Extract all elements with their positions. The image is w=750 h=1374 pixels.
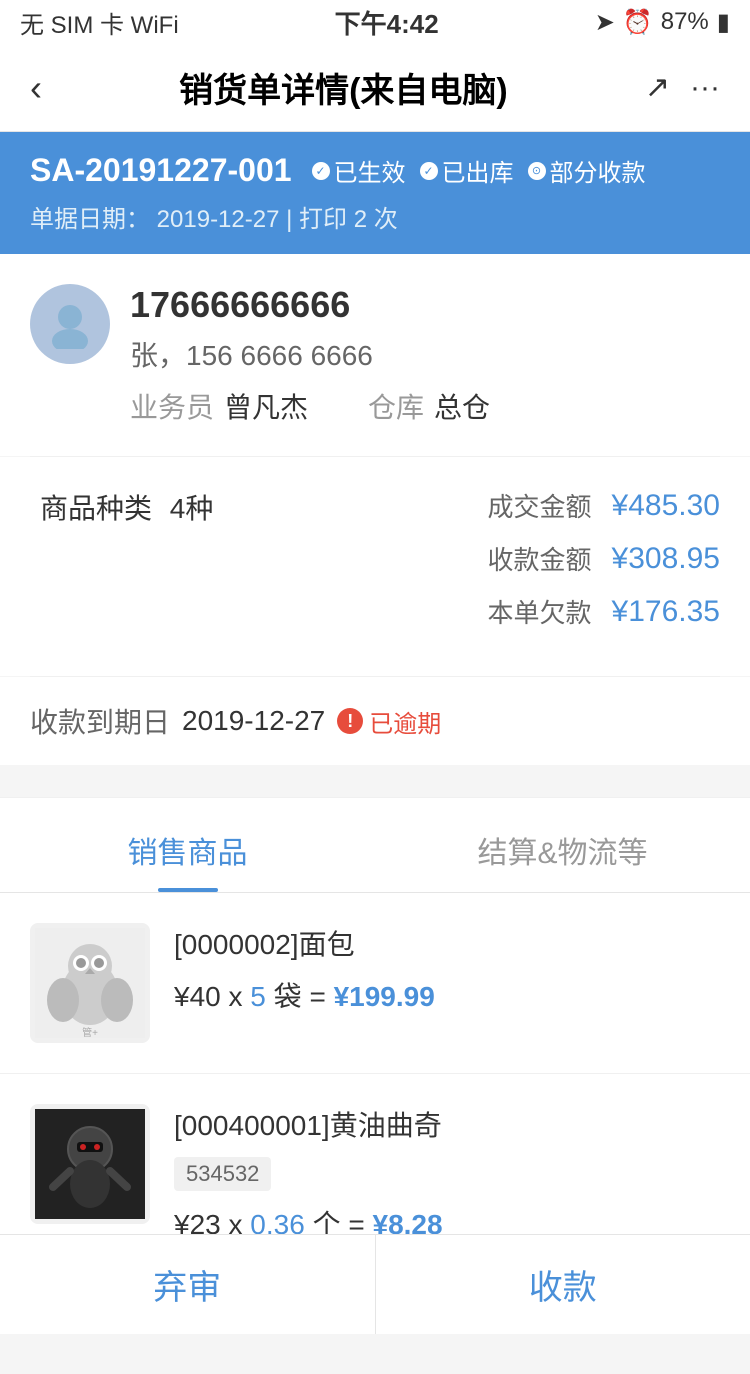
share-button[interactable]: ↗ [645,70,670,105]
summary-left: 商品种类 4种 [30,487,213,543]
unit-price-1: ¥40 [174,981,221,1012]
due-date: 2019-12-27 [182,705,325,737]
nav-actions: ↗ ··· [645,70,720,105]
status-active: ✓ 已生效 [312,153,406,188]
checkmark-icon-2: ✓ [420,162,438,180]
product-price-1: ¥40 x 5 袋 = ¥199.99 [174,975,720,1015]
status-bar-time: 下午4:42 [335,4,439,41]
amount-value: ¥485.30 [612,489,720,523]
debt-row: 本单欠款 ¥176.35 [488,593,720,630]
clock-icon: ⊙ [528,162,546,180]
received-label: 收款金额 [488,540,592,577]
battery-icon: ▮ [717,8,730,37]
total-1: ¥199.99 [334,981,435,1012]
summary-section: 商品种类 4种 成交金额 ¥485.30 收款金额 ¥308.95 本单欠款 ¥… [0,457,750,676]
checkmark-icon: ✓ [312,162,330,180]
overdue-label: 已逾期 [369,704,441,739]
sales-value: 曾凡杰 [224,386,308,426]
customer-name: 17666666666 [130,284,720,326]
more-button[interactable]: ··· [690,71,720,105]
due-label: 收款到期日 [30,701,170,741]
order-status-tags: ✓ 已生效 ✓ 已出库 ⊙ 部分收款 [312,153,646,188]
back-button[interactable]: ‹ [30,67,42,109]
warehouse-meta: 仓库 总仓 [368,386,490,426]
location-icon: ➤ [595,8,615,37]
status-bar-left: 无 SIM 卡 WiFi [20,5,179,40]
due-section: 收款到期日 2019-12-27 ! 已逾期 [0,677,750,765]
status-partial-label: 部分收款 [550,153,646,188]
customer-phone: 张，156 6666 6666 [130,334,720,374]
summary-right: 成交金额 ¥485.30 收款金额 ¥308.95 本单欠款 ¥176.35 [488,487,720,646]
date-label: 单据日期： [30,206,150,233]
exclamation-icon: ! [337,708,363,734]
customer-info: 17666666666 张，156 6666 6666 业务员 曾凡杰 仓库 总… [130,284,720,426]
list-item: 管+ [0000002]面包 ¥40 x 5 袋 = ¥199.99 [0,893,750,1074]
overdue-tag: ! 已逾期 [337,704,441,739]
print-count: 2 [354,206,367,233]
tabs-row: 销售商品 结算&物流等 [0,798,750,893]
status-shipped-label: 已出库 [442,153,514,188]
customer-section: 17666666666 张，156 6666 6666 业务员 曾凡杰 仓库 总… [0,254,750,456]
status-active-label: 已生效 [334,153,406,188]
svg-text:管+: 管+ [82,1026,98,1038]
battery-text: 87% [661,8,709,36]
print-label: | 打印 [286,206,354,233]
product-list: 管+ [0000002]面包 ¥40 x 5 袋 = ¥199.99 [0,893,750,1274]
item-type-value: 4种 [170,493,214,524]
debt-label: 本单欠款 [488,593,592,630]
order-date-row: 单据日期： 2019-12-27 | 打印 2 次 [30,199,720,234]
status-shipped: ✓ 已出库 [420,153,514,188]
bottom-bar: 弃审 收款 [0,1234,750,1334]
product-image-2 [30,1104,150,1224]
amount-label: 成交金额 [488,487,592,524]
item-type-label: 商品种类 [40,493,152,524]
product-info-1: [0000002]面包 ¥40 x 5 袋 = ¥199.99 [174,923,720,1015]
sales-meta: 业务员 曾凡杰 [130,386,308,426]
order-id: SA-20191227-001 [30,152,292,189]
qty-1: 5 [250,981,266,1012]
tabs-section: 销售商品 结算&物流等 [0,797,750,893]
signal-text: 无 SIM 卡 WiFi [20,5,179,40]
warehouse-value: 总仓 [434,386,490,426]
product-thumbnail-1: 管+ [35,928,145,1038]
order-banner-top: SA-20191227-001 ✓ 已生效 ✓ 已出库 ⊙ 部分收款 [30,152,720,189]
product-name-2: [000400001]黄油曲奇 [174,1104,720,1144]
product-info-2: [000400001]黄油曲奇 534532 ¥23 x 0.36 个 = ¥8… [174,1104,720,1243]
customer-avatar [30,284,110,364]
received-row: 收款金额 ¥308.95 [488,540,720,577]
print-suffix: 次 [374,206,398,233]
tab-products[interactable]: 销售商品 [0,798,375,892]
order-date: 2019-12-27 [157,206,280,233]
product-sku-2: 534532 [174,1157,271,1191]
item-type-row: 商品种类 4种 [30,487,213,527]
product-thumbnail-2 [35,1109,145,1219]
order-banner: SA-20191227-001 ✓ 已生效 ✓ 已出库 ⊙ 部分收款 单据日期：… [0,132,750,254]
warehouse-label: 仓库 [368,386,424,426]
customer-meta: 业务员 曾凡杰 仓库 总仓 [130,386,720,426]
debt-value: ¥176.35 [612,595,720,629]
unit-1: 袋 [274,981,302,1012]
avatar-icon [45,299,95,349]
amount-row: 成交金额 ¥485.30 [488,487,720,524]
alarm-icon: ⏰ [623,8,653,37]
sales-label: 业务员 [130,386,214,426]
price-x-1: x [229,981,251,1012]
status-partial: ⊙ 部分收款 [528,153,646,188]
product-name-1: [0000002]面包 [174,923,720,963]
product-image-1: 管+ [30,923,150,1043]
page-title: 销货单详情(来自电脑) [179,63,508,112]
cancel-button[interactable]: 弃审 [0,1235,376,1334]
equals-1: = [309,981,333,1012]
nav-bar: ‹ 销货单详情(来自电脑) ↗ ··· [0,44,750,132]
tab-settlement[interactable]: 结算&物流等 [375,798,750,892]
status-bar-right: ➤ ⏰ 87% ▮ [595,8,730,37]
received-value: ¥308.95 [612,542,720,576]
status-bar: 无 SIM 卡 WiFi 下午4:42 ➤ ⏰ 87% ▮ [0,0,750,44]
pay-button[interactable]: 收款 [376,1235,750,1334]
section-divider [0,765,750,781]
